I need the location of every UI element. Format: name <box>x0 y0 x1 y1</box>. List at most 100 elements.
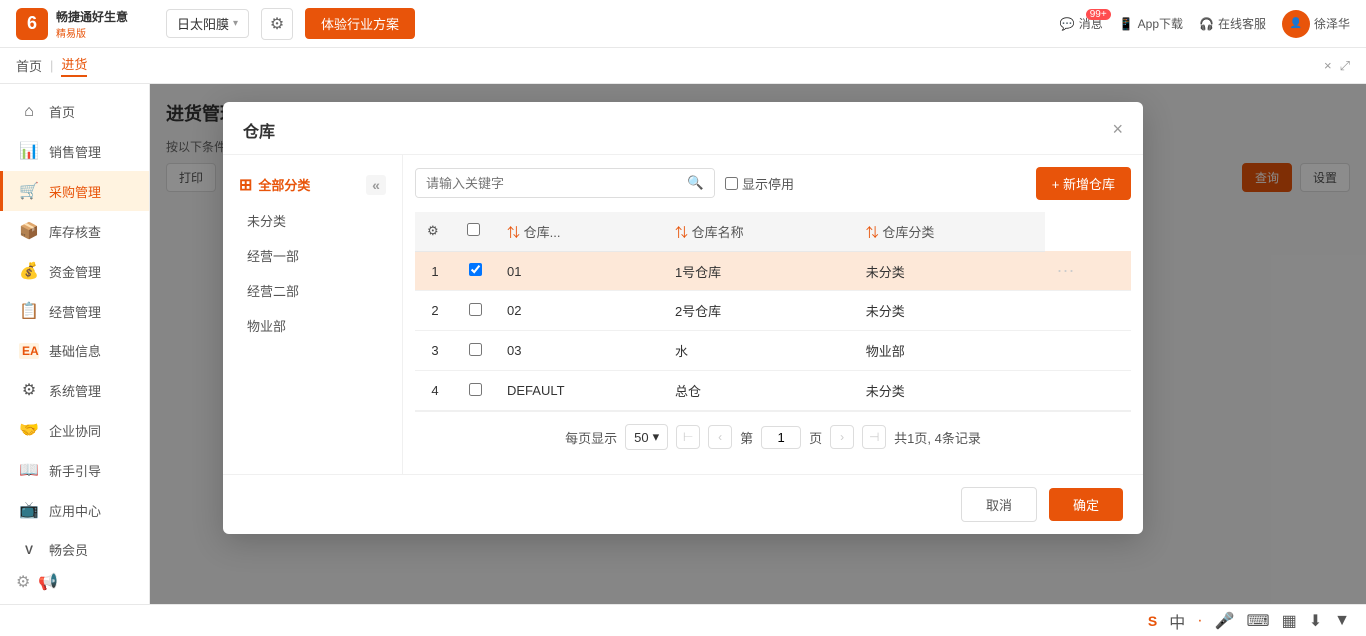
th-category-label: 仓库分类 <box>882 225 934 240</box>
category-header[interactable]: ⊞ 全部分类 « <box>223 167 402 203</box>
download-icon[interactable]: ⬇ <box>1309 611 1322 631</box>
chinese-input-icon[interactable]: 中 <box>1169 609 1185 633</box>
show-disabled-text: 显示停用 <box>742 174 794 193</box>
table-row[interactable]: 1 01 1号仓库 未分类 ··· <box>415 251 1131 291</box>
trial-button[interactable]: 体验行业方案 <box>305 8 415 39</box>
th-settings: ⚙ <box>415 212 455 252</box>
row-name-1: 1号仓库 <box>663 251 854 291</box>
table-row[interactable]: 4 DEFAULT 总仓 未分类 ··· <box>415 371 1131 411</box>
grid-bottom-icon[interactable]: ▦ <box>1282 611 1297 631</box>
th-name: ⇅ 仓库名称 <box>663 212 854 252</box>
search-input[interactable] <box>416 170 677 197</box>
operations-icon: 📋 <box>19 301 39 321</box>
row-check-3[interactable] <box>455 331 495 371</box>
category-item-unclassified[interactable]: 未分类 <box>223 203 402 238</box>
pagination: 每页显示 50 ▾ ⊢ ‹ 第 页 › ⊣ 共1页 <box>415 411 1131 462</box>
show-disabled-label[interactable]: 显示停用 <box>725 174 794 193</box>
collapse-category-button[interactable]: « <box>366 175 386 195</box>
sidebar-label-inventory: 库存核查 <box>49 222 101 241</box>
show-disabled-checkbox[interactable] <box>725 177 738 190</box>
first-page-button[interactable]: ⊢ <box>676 425 700 449</box>
bottom-bar: S 中 · 🎤 ⌨ ▦ ⬇ ▼ <box>0 604 1366 636</box>
header-middle: 日太阳膜 ▾ ⚙ 体验行业方案 <box>166 8 1060 40</box>
category-item-operations1[interactable]: 经营一部 <box>223 238 402 273</box>
breadcrumb-current[interactable]: 进货 <box>61 54 87 77</box>
sidebar-item-enterprise[interactable]: 🤝 企业协同 <box>0 410 149 450</box>
row-checkbox-3[interactable] <box>469 343 482 356</box>
finance-icon: 💰 <box>19 261 39 281</box>
breadcrumb-home[interactable]: 首页 <box>16 56 42 75</box>
message-btn[interactable]: 💬 消息 99+ <box>1060 15 1103 32</box>
sidebar-item-sales[interactable]: 📊 销售管理 <box>0 131 149 171</box>
settings-button[interactable]: ⚙ <box>261 8 293 40</box>
table-header-row: ⚙ ⇅ 仓库... ⇅ 仓库名称 <box>415 212 1131 252</box>
user-profile-btn[interactable]: 👤 徐泽华 <box>1282 10 1350 38</box>
sidebar-item-operations[interactable]: 📋 经营管理 <box>0 291 149 331</box>
sidebar-label-finance: 资金管理 <box>49 262 101 281</box>
search-button[interactable]: 🔍 <box>677 169 714 197</box>
select-all-checkbox[interactable] <box>467 223 480 236</box>
close-window-icon[interactable]: × <box>1324 58 1332 74</box>
table-row[interactable]: 3 03 水 物业部 ··· <box>415 331 1131 371</box>
store-selector[interactable]: 日太阳膜 ▾ <box>166 9 249 38</box>
row-more-3[interactable]: ··· <box>1045 331 1132 371</box>
cancel-button[interactable]: 取消 <box>961 487 1037 522</box>
modal-body: ⊞ 全部分类 « 未分类 经营一部 经营二部 物业部 <box>223 155 1143 475</box>
warehouse-modal: 仓库 × ⊞ 全部分类 « 未分类 经营一部 经营二部 <box>223 102 1143 535</box>
th-category: ⇅ 仓库分类 <box>854 212 1045 252</box>
row-checkbox-2[interactable] <box>469 303 482 316</box>
modal-close-button[interactable]: × <box>1112 119 1123 140</box>
page-size-select[interactable]: 50 ▾ <box>625 424 668 450</box>
table-row[interactable]: 2 02 2号仓库 未分类 ··· <box>415 291 1131 331</box>
content-area: 进货管理 按以下条件... 打印 导出 刷新 查询 设置 仓库 × <box>150 84 1366 636</box>
enterprise-icon: 🤝 <box>19 420 39 440</box>
row-checkbox-4[interactable] <box>469 383 482 396</box>
category-item-property[interactable]: 物业部 <box>223 308 402 343</box>
add-warehouse-button[interactable]: + 新增仓库 <box>1036 167 1131 200</box>
row-more-4[interactable]: ··· <box>1045 371 1132 411</box>
row-check-1[interactable] <box>455 251 495 291</box>
sidebar-item-purchase[interactable]: 🛒 采购管理 <box>0 171 149 211</box>
row-checkbox-1[interactable] <box>469 263 482 276</box>
prev-page-button[interactable]: ‹ <box>708 425 732 449</box>
page-number-input[interactable] <box>761 426 801 449</box>
per-page-label: 每页显示 <box>565 428 617 447</box>
keyboard-icon[interactable]: ⌨ <box>1247 611 1270 631</box>
sidebar-item-basic-info[interactable]: EA 基础信息 <box>0 331 149 370</box>
category-panel: ⊞ 全部分类 « 未分类 经营一部 经营二部 物业部 <box>223 155 403 475</box>
next-page-button[interactable]: › <box>830 425 854 449</box>
sidebar-item-app-center[interactable]: 📺 应用中心 <box>0 490 149 530</box>
store-name: 日太阳膜 <box>177 14 229 33</box>
row-check-2[interactable] <box>455 291 495 331</box>
speaker-icon[interactable]: 📢 <box>38 572 58 592</box>
sidebar-label-operations: 经营管理 <box>49 302 101 321</box>
last-page-button[interactable]: ⊣ <box>862 425 886 449</box>
sidebar-item-finance[interactable]: 💰 资金管理 <box>0 251 149 291</box>
sidebar-item-guide[interactable]: 📖 新手引导 <box>0 450 149 490</box>
sidebar-item-inventory[interactable]: 📦 库存核查 <box>0 211 149 251</box>
row-check-4[interactable] <box>455 371 495 411</box>
guide-icon: 📖 <box>19 460 39 480</box>
service-label: 在线客服 <box>1218 15 1266 32</box>
row-category-4: 未分类 <box>854 371 1045 411</box>
app-download-btn[interactable]: 📱 App下载 <box>1119 15 1183 32</box>
sidebar-label-home: 首页 <box>49 102 75 121</box>
th-checkbox <box>455 212 495 252</box>
row-more-2[interactable]: ··· <box>1045 291 1132 331</box>
sidebar-item-system[interactable]: ⚙ 系统管理 <box>0 370 149 410</box>
settings-bottom-icon[interactable]: ⚙ <box>16 572 30 592</box>
sidebar-label-enterprise: 企业协同 <box>49 421 101 440</box>
arrow-icon[interactable]: ▼ <box>1334 612 1350 630</box>
inventory-icon: 📦 <box>19 221 39 241</box>
customer-service-btn[interactable]: 🎧 在线客服 <box>1199 15 1266 32</box>
confirm-button[interactable]: 确定 <box>1049 488 1123 521</box>
row-more-1[interactable]: ··· <box>1045 251 1132 291</box>
mic-icon[interactable]: 🎤 <box>1215 611 1235 631</box>
sidebar-item-home[interactable]: ⌂ 首页 <box>0 92 149 131</box>
expand-window-icon[interactable]: ⤢ <box>1340 58 1350 74</box>
logo-area: 6 畅捷通好生意 精易版 <box>16 8 166 40</box>
row-category-2: 未分类 <box>854 291 1045 331</box>
category-item-operations2[interactable]: 经营二部 <box>223 273 402 308</box>
modal-overlay: 仓库 × ⊞ 全部分类 « 未分类 经营一部 经营二部 <box>150 84 1366 636</box>
sidebar-label-member: 畅会员 <box>49 540 88 559</box>
